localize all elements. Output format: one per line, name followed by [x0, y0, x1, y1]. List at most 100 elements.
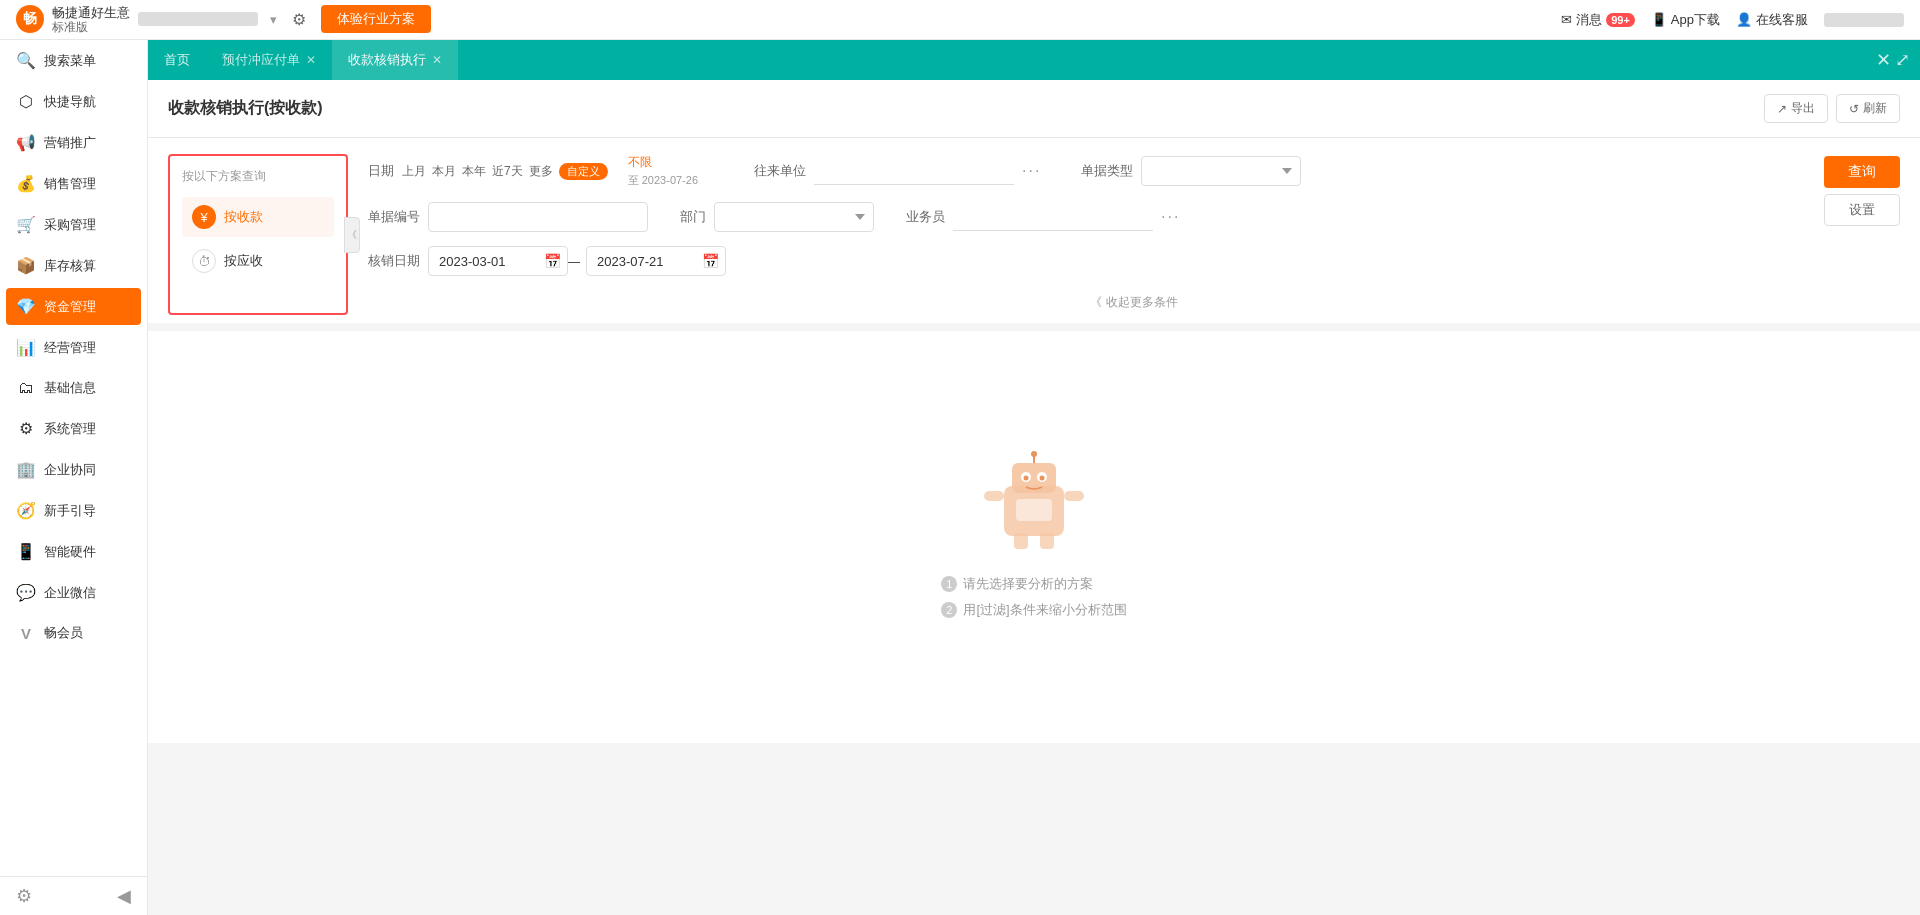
filter-option-by-receipt[interactable]: ¥ 按收款	[182, 197, 334, 237]
app-download-button[interactable]: 📱 App下载	[1651, 11, 1720, 29]
sidebar-label-guide: 新手引导	[44, 502, 96, 520]
sidebar-item-system[interactable]: ⚙ 系统管理	[0, 408, 147, 449]
staff-select-icon[interactable]: ···	[1161, 208, 1180, 226]
sidebar-label-enterprise: 企业协同	[44, 461, 96, 479]
tip-number-2: 2	[941, 602, 957, 618]
receivable-option-label: 按应收	[224, 252, 263, 270]
sidebar-item-shortcut[interactable]: ⬡ 快捷导航	[0, 81, 147, 122]
tab-prepay[interactable]: 预付冲应付单 ✕	[206, 40, 332, 80]
top-bar: 畅 畅捷通好生意 标准版 ▾ ⚙ 体验行业方案 ✉ 消息 99+ 📱 App下载…	[0, 0, 1920, 40]
page-header-actions: ↗ 导出 ↺ 刷新	[1764, 94, 1900, 137]
empty-tips: 1 请先选择要分析的方案 2 用[过滤]条件来缩小分析范围	[941, 571, 1126, 623]
svg-rect-11	[1040, 533, 1054, 549]
guide-icon: 🧭	[16, 501, 36, 520]
dept-label: 部门	[680, 208, 706, 226]
brand-name: 畅捷通好生意	[52, 5, 130, 21]
sidebar-item-marketing[interactable]: 📢 营销推广	[0, 122, 147, 163]
date-7days[interactable]: 近7天	[492, 163, 523, 180]
filter-option-by-receivable[interactable]: ⏱ 按应收	[182, 241, 334, 281]
date-custom-badge[interactable]: 自定义	[559, 163, 608, 180]
wechat-icon: 💬	[16, 583, 36, 602]
sidebar-settings-icon[interactable]: ⚙	[16, 885, 32, 907]
empty-state-container: 1 请先选择要分析的方案 2 用[过滤]条件来缩小分析范围	[148, 331, 1920, 743]
verify-start-calendar-icon[interactable]: 📅	[544, 253, 561, 269]
mobile-icon: 📱	[1651, 12, 1667, 27]
sidebar-label-inventory: 库存核算	[44, 257, 96, 275]
dropdown-icon[interactable]: ▾	[270, 12, 277, 27]
sidebar-item-sales[interactable]: 💰 销售管理	[0, 163, 147, 204]
sidebar-item-purchase[interactable]: 🛒 采购管理	[0, 204, 147, 245]
sidebar-label-base: 基础信息	[44, 379, 96, 397]
export-button[interactable]: ↗ 导出	[1764, 94, 1828, 123]
date-more[interactable]: 更多	[529, 163, 553, 180]
filter-row-1: 日期 上月 本月 本年 近7天 更多 自定义	[368, 154, 1808, 188]
tab-expand-icon[interactable]: ⤢	[1895, 49, 1910, 71]
settings-button[interactable]: 设置	[1824, 194, 1900, 226]
business-icon: 📊	[16, 338, 36, 357]
date-last-month[interactable]: 上月	[402, 163, 426, 180]
marketing-icon: 📢	[16, 133, 36, 152]
sidebar-item-inventory[interactable]: 📦 库存核算	[0, 245, 147, 286]
date-this-year[interactable]: 本年	[462, 163, 486, 180]
empty-illustration	[974, 451, 1094, 551]
date-field: 日期 上月 本月 本年 近7天 更多 自定义	[368, 162, 608, 180]
receipt-option-icon: ¥	[192, 205, 216, 229]
settings-icon[interactable]: ⚙	[285, 5, 313, 33]
base-icon: 🗂	[16, 379, 36, 397]
svg-rect-10	[1014, 533, 1028, 549]
receipt-option-label: 按收款	[224, 208, 263, 226]
tab-home[interactable]: 首页	[148, 51, 206, 69]
filter-scheme-title: 按以下方案查询	[182, 168, 334, 185]
export-icon: ↗	[1777, 102, 1787, 116]
svg-point-7	[1031, 451, 1037, 457]
dept-select[interactable]	[714, 202, 874, 232]
sidebar-item-finance[interactable]: 💎 资金管理	[6, 288, 141, 325]
doctype-select[interactable]	[1141, 156, 1301, 186]
filter-row-2: 单据编号 部门 业务员 ···	[368, 202, 1808, 232]
message-icon: ✉	[1561, 12, 1572, 27]
tab-receipt[interactable]: 收款核销执行 ✕	[332, 40, 458, 80]
empty-tip-row-1: 1 请先选择要分析的方案	[941, 571, 1126, 597]
system-icon: ⚙	[16, 419, 36, 438]
sidebar-item-smart[interactable]: 📱 智能硬件	[0, 531, 147, 572]
account-info	[138, 12, 258, 26]
sidebar-item-member[interactable]: V 畅会员	[0, 613, 147, 653]
date-this-month[interactable]: 本月	[432, 163, 456, 180]
sidebar-label-shortcut: 快捷导航	[44, 93, 96, 111]
sidebar-item-guide[interactable]: 🧭 新手引导	[0, 490, 147, 531]
page-title: 收款核销执行(按收款)	[168, 98, 323, 133]
collapse-icon: 《	[1090, 294, 1102, 311]
sidebar-item-wechat[interactable]: 💬 企业微信	[0, 572, 147, 613]
date-shortcuts: 上月 本月 本年 近7天 更多 自定义	[402, 163, 608, 180]
party-select-icon[interactable]: ···	[1022, 162, 1041, 180]
tab-close-all-icon[interactable]: ✕	[1876, 49, 1891, 71]
tab-prepay-close[interactable]: ✕	[306, 53, 316, 67]
party-field: 往来单位 ···	[754, 157, 1041, 185]
sidebar: 🔍 搜索菜单 ⬡ 快捷导航 📢 营销推广 💰 销售管理 🛒 采购管理 📦 库存核…	[0, 40, 148, 915]
doctype-field: 单据类型	[1081, 156, 1301, 186]
staff-label: 业务员	[906, 208, 945, 226]
tab-receipt-close[interactable]: ✕	[432, 53, 442, 67]
sidebar-label-search: 搜索菜单	[44, 52, 96, 70]
filter-collapse-button[interactable]: 《	[344, 217, 360, 253]
online-service-button[interactable]: 👤 在线客服	[1736, 11, 1808, 29]
sidebar-item-business[interactable]: 📊 经营管理	[0, 327, 147, 368]
docno-input[interactable]	[428, 202, 648, 232]
refresh-button[interactable]: ↺ 刷新	[1836, 94, 1900, 123]
svg-rect-9	[1064, 491, 1084, 501]
verify-end-calendar-icon[interactable]: 📅	[702, 253, 719, 269]
sidebar-collapse-icon[interactable]: ◀	[117, 885, 131, 907]
query-button[interactable]: 查询	[1824, 156, 1900, 188]
verify-date-range: 📅 — 📅	[428, 246, 719, 276]
svg-rect-12	[1016, 499, 1052, 521]
shortcut-icon: ⬡	[16, 92, 36, 111]
sidebar-item-enterprise[interactable]: 🏢 企业协同	[0, 449, 147, 490]
verify-date-field: 核销日期 📅 —	[368, 246, 719, 276]
sidebar-item-search[interactable]: 🔍 搜索菜单	[0, 40, 147, 81]
message-button[interactable]: ✉ 消息 99+	[1561, 11, 1635, 29]
filter-panel: 按以下方案查询 ¥ 按收款 ⏱ 按应收 《	[148, 138, 1920, 323]
sales-icon: 💰	[16, 174, 36, 193]
collapse-more-button[interactable]: 《 收起更多条件	[368, 290, 1900, 315]
sidebar-item-base[interactable]: 🗂 基础信息	[0, 368, 147, 408]
solution-button[interactable]: 体验行业方案	[321, 5, 431, 33]
